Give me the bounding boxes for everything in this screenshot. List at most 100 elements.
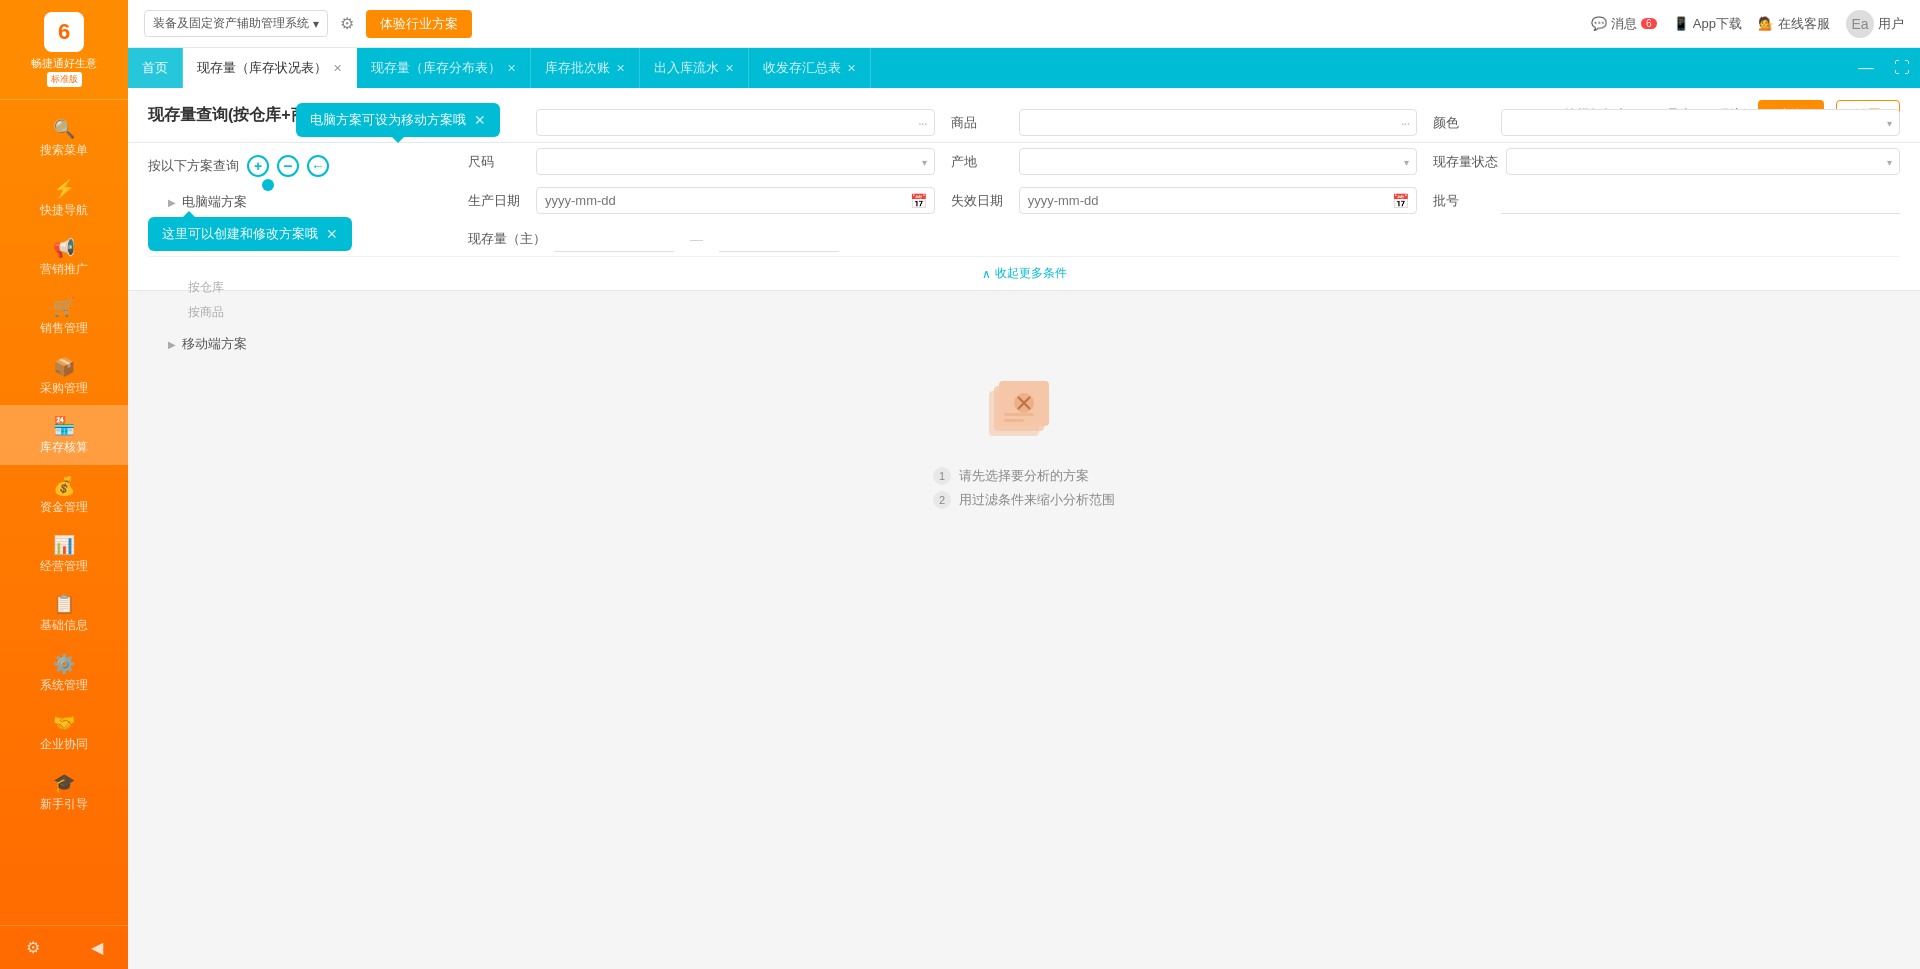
tab-stock-dist-label: 现存量（库存分布表） — [371, 59, 501, 77]
logo-badge: 标准版 — [47, 72, 82, 87]
filter-row-1: 仓库 ··· 商品 ··· 颜色 — [468, 109, 1900, 136]
tab-close-icon[interactable]: ✕ — [616, 62, 625, 75]
tooltip2-close[interactable]: ✕ — [326, 226, 338, 242]
user-label: 用户 — [1878, 15, 1904, 33]
guide-icon: 🎓 — [53, 772, 75, 794]
sidebar-item-guide[interactable]: 🎓 新手引导 — [0, 762, 128, 821]
scheme-tooltip-2: 这里可以创建和修改方案哦 ✕ — [148, 217, 352, 251]
topbar-settings-icon[interactable]: ⚙ — [340, 14, 354, 33]
color-label: 颜色 — [1433, 114, 1493, 132]
sidebar-item-inventory[interactable]: 🏪 库存核算 — [0, 405, 128, 464]
user-info-btn[interactable]: Ea 用户 — [1846, 10, 1904, 38]
expire-date-wrap: 📅 — [1019, 187, 1418, 214]
tab-close-icon[interactable]: ✕ — [847, 62, 856, 75]
scheme-tooltip-1: 电脑方案可设为移动方案哦 ✕ — [296, 103, 500, 137]
arrow-scheme-btn[interactable]: ← — [307, 155, 329, 177]
tab-stock-status[interactable]: 现存量（库存状况表） ✕ — [183, 48, 357, 88]
inventory-icon: 🏪 — [53, 415, 75, 437]
filter-color: 颜色 ▾ — [1433, 109, 1900, 136]
sidebar-item-label: 销售管理 — [40, 321, 88, 335]
filter-warehouse: 仓库 ··· — [468, 109, 935, 136]
tab-minimize-icon[interactable]: — — [1848, 59, 1884, 77]
warehouse-input[interactable] — [536, 109, 935, 136]
warehouses-label: 按仓库 — [188, 279, 224, 296]
sidebar-item-finance[interactable]: 💰 资金管理 — [0, 465, 128, 524]
tab-close-icon[interactable]: ✕ — [507, 62, 516, 75]
stock-status-input[interactable] — [1506, 148, 1900, 175]
quick-nav-icon: ⚡ — [53, 178, 75, 200]
topbar: 装备及固定资产辅助管理系统 ▾ ⚙ 体验行业方案 💬 消息 6 📱 App下载 … — [128, 0, 1920, 48]
sidebar-item-search[interactable]: 🔍 搜索菜单 — [0, 108, 128, 167]
sidebar-bottom: ⚙ ◀ — [0, 925, 128, 969]
tab-flow-label: 出入库流水 — [654, 59, 719, 77]
filter-origin: 产地 ▾ — [951, 148, 1418, 175]
tab-stock-status-label: 现存量（库存状况表） — [197, 59, 327, 77]
tab-summary[interactable]: 收发存汇总表 ✕ — [749, 48, 871, 88]
logo-icon: 6 — [44, 12, 84, 52]
tab-flow[interactable]: 出入库流水 ✕ — [640, 48, 749, 88]
color-input-wrap: ▾ — [1501, 109, 1900, 136]
trial-btn[interactable]: 体验行业方案 — [366, 10, 472, 38]
tab-close-icon[interactable]: ✕ — [333, 62, 342, 75]
message-badge: 6 — [1641, 18, 1657, 29]
app-download-icon: 📱 — [1673, 16, 1689, 31]
scheme-mobile[interactable]: ▶ 移动端方案 — [168, 331, 1900, 357]
tab-close-icon[interactable]: ✕ — [725, 62, 734, 75]
avatar-text: Ea — [1851, 16, 1868, 32]
sidebar-item-label: 库存核算 — [40, 440, 88, 454]
sidebar-item-operations[interactable]: 📊 经营管理 — [0, 524, 128, 583]
add-scheme-btn[interactable]: + — [247, 155, 269, 177]
empty-steps: 1 请先选择要分析的方案 2 用过滤条件来缩小分析范围 — [933, 467, 1115, 515]
sidebar-item-purchase[interactable]: 📦 采购管理 — [0, 346, 128, 405]
tooltip1-close[interactable]: ✕ — [474, 112, 486, 128]
sidebar-item-sales[interactable]: 🛒 销售管理 — [0, 286, 128, 345]
scheme-mobile-label: 移动端方案 — [182, 335, 247, 353]
sidebar-item-marketing[interactable]: 📢 营销推广 — [0, 227, 128, 286]
system-name-label: 装备及固定资产辅助管理系统 — [153, 15, 309, 32]
tab-stock-dist[interactable]: 现存量（库存分布表） ✕ — [357, 48, 531, 88]
sidebar-item-quick-nav[interactable]: ⚡ 快捷导航 — [0, 168, 128, 227]
tab-action-buttons: — ⛶ — [1848, 48, 1920, 88]
sidebar-item-system[interactable]: ⚙️ 系统管理 — [0, 643, 128, 702]
collapse-sidebar-icon[interactable]: ◀ — [91, 938, 103, 957]
color-input[interactable] — [1501, 109, 1900, 136]
empty-step-2: 2 用过滤条件来缩小分析范围 — [933, 491, 1115, 509]
sidebar-item-label: 快捷导航 — [40, 203, 88, 217]
page-content: 现存量查询(按仓库+商品) 🖨 按模板打印 ▾ ⬆ 导出 ↻ 刷新 查询 设置 — [128, 88, 1920, 969]
settings-bottom-icon[interactable]: ⚙ — [26, 938, 40, 957]
produce-date-input[interactable] — [536, 187, 935, 214]
sidebar-item-label: 资金管理 — [40, 500, 88, 514]
system-selector[interactable]: 装备及固定资产辅助管理系统 ▾ — [144, 10, 328, 37]
empty-step-1: 1 请先选择要分析的方案 — [933, 467, 1115, 485]
sidebar-item-label: 采购管理 — [40, 381, 88, 395]
online-support-label: 在线客服 — [1778, 15, 1830, 33]
sidebar-item-label: 基础信息 — [40, 618, 88, 632]
scheme-warehouses[interactable]: 按仓库 — [188, 275, 1900, 300]
tab-home[interactable]: 首页 — [128, 48, 183, 88]
app-download-btn[interactable]: 📱 App下载 — [1673, 15, 1742, 33]
scheme-goods[interactable]: 按商品 — [188, 300, 1900, 325]
stock-status-input-wrap: ▾ — [1506, 148, 1900, 175]
origin-input[interactable] — [1019, 148, 1418, 175]
tab-batch[interactable]: 库存批次账 ✕ — [531, 48, 640, 88]
tree-arrow-mobile-icon: ▶ — [168, 339, 176, 350]
sales-icon: 🛒 — [53, 296, 75, 318]
expire-date-input[interactable] — [1019, 187, 1418, 214]
filter-row-2: 尺码 ▾ 产地 ▾ 现存量状态 — [468, 148, 1900, 175]
size-input[interactable] — [536, 148, 935, 175]
goods-input[interactable] — [1019, 109, 1418, 136]
purchase-icon: 📦 — [53, 356, 75, 378]
step-1-text: 请先选择要分析的方案 — [959, 467, 1089, 485]
remove-scheme-btn[interactable]: – — [277, 155, 299, 177]
sidebar-item-cooperation[interactable]: 🤝 企业协同 — [0, 702, 128, 761]
operations-icon: 📊 — [53, 534, 75, 556]
search-icon: 🔍 — [53, 118, 75, 140]
logo-text: 畅捷通好生意 — [31, 56, 97, 70]
sidebar-item-basic-info[interactable]: 📋 基础信息 — [0, 583, 128, 642]
online-support-btn[interactable]: 💁 在线客服 — [1758, 15, 1830, 33]
sidebar-item-label: 经营管理 — [40, 559, 88, 573]
marketing-icon: 📢 — [53, 237, 75, 259]
tab-maximize-icon[interactable]: ⛶ — [1884, 59, 1920, 77]
message-btn[interactable]: 💬 消息 6 — [1591, 15, 1657, 33]
scheme-tree: ▶ 电脑端方案 这里可以创建和修改方案哦 ✕ 按仓库 按商品 — [148, 189, 1900, 357]
